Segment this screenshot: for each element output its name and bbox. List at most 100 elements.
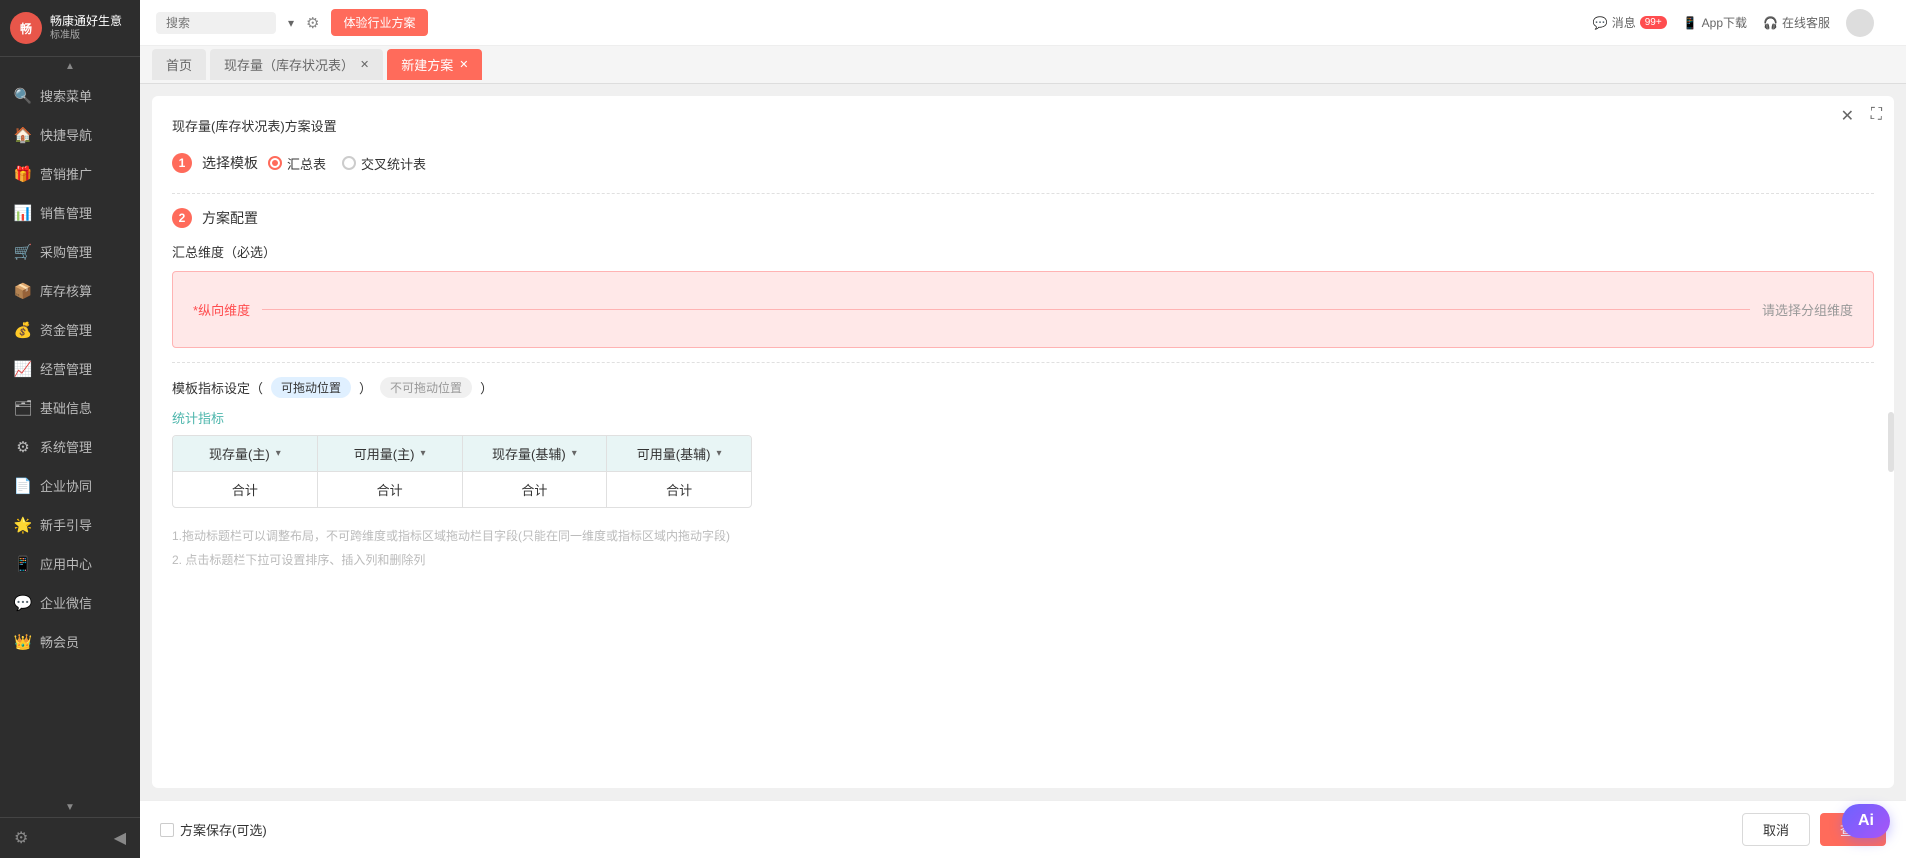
- sidebar-label-member: 畅会员: [40, 632, 79, 651]
- panel-close-icon[interactable]: ✕: [1841, 106, 1854, 126]
- section2-header: 2 方案配置: [172, 208, 1874, 228]
- stats-cell-2: 合计: [463, 472, 608, 507]
- tip1: 1.拖动标题栏可以调整布局，不可跨维度或指标区域拖动栏目字段(只能在同一维度或指…: [172, 524, 1874, 548]
- indicator-separator: ）: [359, 378, 372, 397]
- save-checkbox[interactable]: [160, 823, 174, 837]
- panel-expand-icon[interactable]: ⛶: [1871, 106, 1882, 124]
- cancel-button[interactable]: 取消: [1742, 813, 1810, 846]
- sidebar-icon-sales: 📊: [14, 204, 32, 222]
- topbar-left: ▾ ⚙ 体验行业方案: [156, 9, 428, 36]
- section1-label: 选择模板: [202, 153, 258, 173]
- online-service-btn[interactable]: 🎧 在线客服: [1763, 14, 1830, 31]
- tab-close-inventory[interactable]: ✕: [360, 58, 369, 71]
- sidebar-icon-shortcut: 🏠: [14, 126, 32, 144]
- topbar-gear-icon[interactable]: ⚙: [306, 14, 319, 32]
- stats-col-header-2[interactable]: 现存量(基辅) ▾: [463, 436, 608, 471]
- tab-close-new-plan[interactable]: ✕: [459, 58, 468, 71]
- sidebar-item-search[interactable]: 🔍 搜索菜单: [0, 76, 140, 115]
- industry-btn[interactable]: 体验行业方案: [331, 9, 427, 36]
- app-name: 畅康通好生意 标准版: [50, 14, 122, 43]
- sidebar-item-wechat[interactable]: 💬 企业微信: [0, 583, 140, 622]
- sidebar-item-sales[interactable]: 📊 销售管理: [0, 193, 140, 232]
- radio-label-summary: 汇总表: [287, 154, 326, 173]
- stats-col-header-0[interactable]: 现存量(主) ▾: [173, 436, 318, 471]
- sidebar-item-system[interactable]: ⚙ 系统管理: [0, 427, 140, 466]
- stats-col-chevron-2[interactable]: ▾: [572, 448, 577, 459]
- sidebar-icon-wechat: 💬: [14, 594, 32, 612]
- main-area: ▾ ⚙ 体验行业方案 💬 消息 99+ 📱 App下载 🎧 在线客服 首页现存量…: [140, 0, 1906, 858]
- sidebar-scroll-down[interactable]: ▼: [0, 798, 140, 817]
- radio-summary[interactable]: 汇总表: [268, 154, 326, 173]
- ai-float-button[interactable]: Ai: [1842, 804, 1890, 838]
- phone-icon: 📱: [1683, 16, 1698, 30]
- app-download-btn[interactable]: 📱 App下载: [1683, 14, 1747, 31]
- sidebar-item-inventory[interactable]: 📦库存核算: [0, 271, 140, 310]
- radio-dot-summary: [268, 156, 282, 170]
- sidebar-icon-marketing: 🎁: [14, 165, 32, 183]
- sidebar-label-finance: 资金管理: [40, 320, 92, 339]
- stats-cell-1: 合计: [318, 472, 463, 507]
- topbar-dropdown[interactable]: ▾: [288, 16, 294, 30]
- sidebar-label-newguide: 新手引导: [40, 515, 92, 534]
- collapse-icon[interactable]: ◀: [114, 828, 126, 848]
- sidebar-item-purchase[interactable]: 🛒采购管理: [0, 232, 140, 271]
- section-plan-config: 2 方案配置 汇总维度（必选） *纵向维度 请选择分组维度: [172, 208, 1874, 572]
- sidebar-label-operation: 经营管理: [40, 359, 92, 378]
- stats-cell-3: 合计: [607, 472, 751, 507]
- stats-col-label-1: 可用量(主): [354, 444, 415, 463]
- sidebar-logo: 畅 畅康通好生意 标准版: [0, 0, 140, 57]
- message-icon: 💬: [1593, 16, 1608, 30]
- radio-label-cross: 交叉统计表: [361, 154, 426, 173]
- stats-col-chevron-0[interactable]: ▾: [276, 448, 281, 459]
- stats-summary-row: 合计合计合计合计: [173, 472, 751, 507]
- stats-col-chevron-3[interactable]: ▾: [716, 448, 721, 459]
- sidebar-item-finance[interactable]: 💰资金管理: [0, 310, 140, 349]
- sidebar-nav: 🔍 搜索菜单 🏠快捷导航🎁营销推广 📊 销售管理 🛒采购管理📦库存核算💰资金管理📈经营管理…: [0, 76, 140, 798]
- sidebar-label-search: 搜索菜单: [40, 86, 92, 105]
- sidebar-item-member[interactable]: 👑畅会员: [0, 622, 140, 661]
- indicator-close-paren: ）: [480, 378, 493, 397]
- stats-header-row: 现存量(主) ▾ 可用量(主) ▾ 现存量(基辅) ▾ 可用量(基辅) ▾: [173, 436, 751, 472]
- sidebar-label-system: 系统管理: [40, 437, 92, 456]
- sidebar-item-marketing[interactable]: 🎁营销推广: [0, 154, 140, 193]
- stats-col-header-3[interactable]: 可用量(基辅) ▾: [607, 436, 751, 471]
- stats-col-header-1[interactable]: 可用量(主) ▾: [318, 436, 463, 471]
- sidebar-icon-search: 🔍: [14, 87, 32, 105]
- sidebar-icon-newguide: 🌟: [14, 516, 32, 534]
- dimension-area[interactable]: *纵向维度 请选择分组维度: [172, 271, 1874, 348]
- sidebar-label-purchase: 采购管理: [40, 242, 92, 261]
- message-btn[interactable]: 💬 消息 99+: [1593, 14, 1667, 31]
- sidebar-label-sales: 销售管理: [40, 203, 92, 222]
- bottom-bar: 方案保存(可选) 取消 查询: [140, 800, 1906, 858]
- stats-section: 统计指标 现存量(主)▾可用量(主)▾现存量(基辅)▾可用量(基辅)▾合计合计合…: [172, 408, 1874, 508]
- right-scroll-indicator[interactable]: [1888, 412, 1894, 472]
- sidebar-icon-system: ⚙: [14, 438, 32, 456]
- sidebar-item-contract[interactable]: 📄企业协同: [0, 466, 140, 505]
- sidebar-label-wechat: 企业微信: [40, 593, 92, 612]
- tab-new-plan[interactable]: 新建方案 ✕: [387, 49, 482, 80]
- tab-home[interactable]: 首页: [152, 49, 206, 80]
- sidebar-icon-contract: 📄: [14, 477, 32, 495]
- sidebar-label-appstore: 应用中心: [40, 554, 92, 573]
- sidebar-item-shortcut[interactable]: 🏠快捷导航: [0, 115, 140, 154]
- section1-number: 1: [172, 153, 192, 173]
- stats-col-label-2: 现存量(基辅): [492, 444, 566, 463]
- radio-cross[interactable]: 交叉统计表: [342, 154, 426, 173]
- template-radio-group: 汇总表 交叉统计表: [268, 154, 426, 173]
- user-avatar: [1846, 9, 1874, 37]
- sidebar-item-operation[interactable]: 📈经营管理: [0, 349, 140, 388]
- settings-icon[interactable]: ⚙: [14, 828, 28, 848]
- sidebar-item-newguide[interactable]: 🌟 新手引导: [0, 505, 140, 544]
- sidebar-scroll-up[interactable]: ▲: [0, 57, 140, 76]
- dim-placeholder-text: 请选择分组维度: [1762, 300, 1853, 319]
- tab-inventory[interactable]: 现存量（库存状况表）✕: [210, 49, 383, 80]
- aggregate-dim-label: 汇总维度（必选）: [172, 242, 1874, 261]
- stats-title: 统计指标: [172, 408, 1874, 427]
- sidebar-item-appstore[interactable]: 📱应用中心: [0, 544, 140, 583]
- stats-col-label-0: 现存量(主): [209, 444, 270, 463]
- stats-col-chevron-1[interactable]: ▾: [420, 448, 425, 459]
- sidebar-item-basic[interactable]: 🗂基础信息: [0, 388, 140, 427]
- tab-label-new-plan: 新建方案: [401, 55, 453, 74]
- search-input[interactable]: [156, 12, 276, 34]
- stats-col-label-3: 可用量(基辅): [637, 444, 711, 463]
